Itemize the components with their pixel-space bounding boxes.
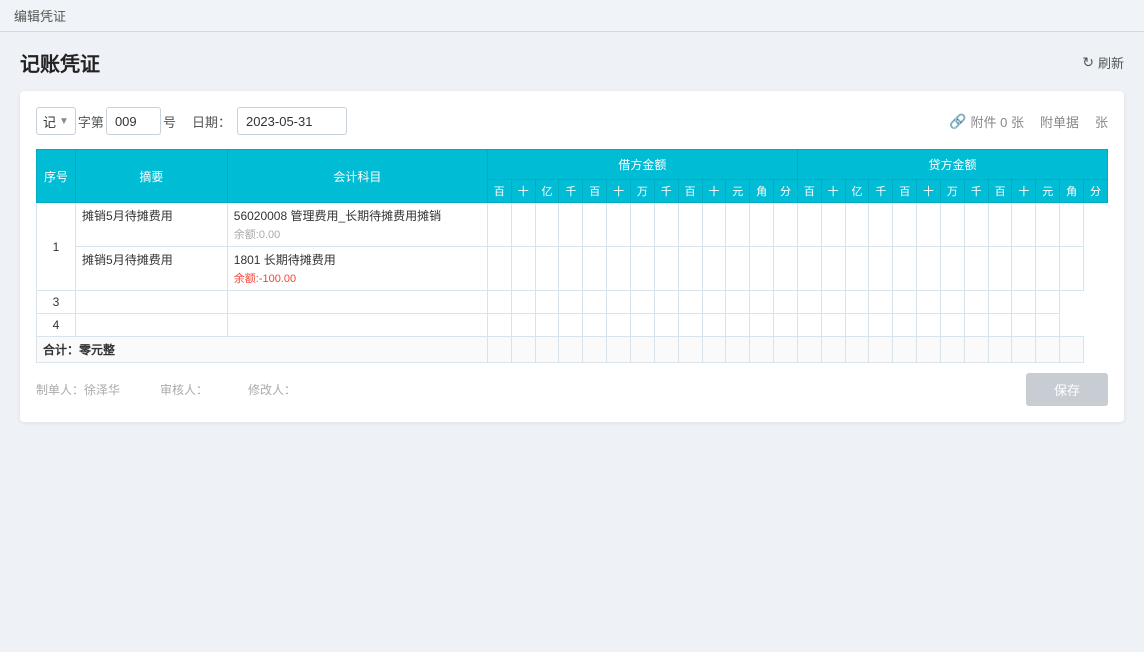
refresh-label: 刷新 — [1098, 53, 1124, 72]
th-credit-d10: 十 — [1012, 180, 1036, 203]
auditor-label: 审核人： — [160, 381, 208, 398]
th-credit-d13: 分 — [1084, 180, 1108, 203]
summary-3[interactable] — [76, 291, 228, 314]
account-3[interactable] — [227, 291, 487, 314]
zi-label: 字第 — [78, 112, 104, 131]
date-input[interactable] — [237, 107, 347, 135]
attachment-label: 附件 0 张 — [971, 112, 1024, 131]
table-row: 3 — [37, 291, 1108, 314]
modifier-label: 修改人： — [248, 381, 296, 398]
th-credit-d11: 元 — [1036, 180, 1060, 203]
summary-4[interactable] — [76, 314, 228, 337]
th-debit-d3: 亿 — [535, 180, 559, 203]
seq-1: 1 — [37, 203, 76, 291]
creator-label: 制单人：徐泽华 — [36, 381, 120, 398]
seq-3: 3 — [37, 291, 76, 314]
th-credit-d7: 万 — [940, 180, 964, 203]
th-debit-d4: 千 — [559, 180, 583, 203]
th-credit-d1: 百 — [797, 180, 821, 203]
table-row: 1 摊销5月待摊费用 56020008 管理费用_长期待摊费用摊销 余额:0.0… — [37, 203, 1108, 247]
th-credit-d2: 十 — [821, 180, 845, 203]
refresh-button[interactable]: ↻ 刷新 — [1082, 53, 1124, 72]
attachment-area: 🔗 附件 0 张 附单据 张 — [949, 112, 1108, 131]
title-bar-label: 编辑凭证 — [14, 6, 66, 25]
th-credit-d4: 千 — [869, 180, 893, 203]
attachment-icon: 🔗 — [949, 113, 966, 130]
th-credit-d5: 百 — [893, 180, 917, 203]
th-debit-d1: 百 — [487, 180, 511, 203]
th-debit-d13: 分 — [774, 180, 798, 203]
th-credit-d12: 角 — [1060, 180, 1084, 203]
th-debit-d5: 百 — [583, 180, 607, 203]
hao-label: 号 — [163, 112, 176, 131]
th-debit-d9: 百 — [678, 180, 702, 203]
total-row: 合计：零元整 — [37, 337, 1108, 363]
th-credit-d8: 千 — [964, 180, 988, 203]
date-label: 日期： — [192, 112, 231, 131]
chevron-down-icon: ▼ — [59, 116, 69, 127]
page-header: 记账凭证 ↻ 刷新 — [20, 48, 1124, 77]
th-debit-d2: 十 — [511, 180, 535, 203]
table-row: 摊销5月待摊费用 1801 长期待摊费用 余额:-100.00 — [37, 247, 1108, 291]
th-debit-d11: 元 — [726, 180, 750, 203]
th-seq: 序号 — [37, 150, 76, 203]
th-summary: 摘要 — [76, 150, 228, 203]
th-debit-d8: 千 — [654, 180, 678, 203]
th-account: 会计科目 — [227, 150, 487, 203]
seq-4: 4 — [37, 314, 76, 337]
attachment-sheets-num: 张 — [1095, 112, 1108, 131]
page-title: 记账凭证 — [20, 48, 100, 77]
table-row: 4 — [37, 314, 1108, 337]
title-bar: 编辑凭证 — [0, 0, 1144, 32]
th-debit-d10: 十 — [702, 180, 726, 203]
save-button[interactable]: 保存 — [1026, 373, 1108, 406]
account-4[interactable] — [227, 314, 487, 337]
footer-info: 制单人：徐泽华 审核人： 修改人： 保存 — [36, 363, 1108, 406]
attachment-link[interactable]: 🔗 附件 0 张 — [949, 112, 1024, 131]
attachment-sheets: 附单据 — [1040, 112, 1079, 131]
summary-2[interactable]: 摊销5月待摊费用 — [76, 247, 228, 291]
date-group: 日期： — [192, 107, 347, 135]
th-credit-d9: 百 — [988, 180, 1012, 203]
refresh-icon: ↻ — [1082, 54, 1094, 71]
th-debit-d12: 角 — [750, 180, 774, 203]
voucher-card: 记 ▼ 字第 号 日期： 🔗 附件 0 张 附单据 张 — [20, 91, 1124, 422]
th-credit-d6: 十 — [917, 180, 941, 203]
total-label: 合计：零元整 — [37, 337, 488, 363]
voucher-type-value: 记 — [43, 112, 56, 131]
table-wrapper: 序号 摘要 会计科目 借方金额 贷方金额 百 十 亿 千 百 十 万 — [36, 149, 1108, 363]
account-1[interactable]: 56020008 管理费用_长期待摊费用摊销 余额:0.00 — [227, 203, 487, 247]
th-debit-d7: 万 — [630, 180, 654, 203]
summary-1[interactable]: 摊销5月待摊费用 — [76, 203, 228, 247]
th-debit: 借方金额 — [487, 150, 797, 180]
form-row: 记 ▼ 字第 号 日期： 🔗 附件 0 张 附单据 张 — [36, 107, 1108, 135]
main-content: 记账凭证 ↻ 刷新 记 ▼ 字第 号 日期： — [0, 32, 1144, 652]
voucher-number-input[interactable] — [106, 107, 161, 135]
th-credit: 贷方金额 — [797, 150, 1107, 180]
voucher-table: 序号 摘要 会计科目 借方金额 贷方金额 百 十 亿 千 百 十 万 — [36, 149, 1108, 363]
account-2[interactable]: 1801 长期待摊费用 余额:-100.00 — [227, 247, 487, 291]
voucher-type-select[interactable]: 记 ▼ — [36, 107, 76, 135]
th-credit-d3: 亿 — [845, 180, 869, 203]
th-debit-d6: 十 — [607, 180, 631, 203]
voucher-type-group: 记 ▼ 字第 号 — [36, 107, 176, 135]
